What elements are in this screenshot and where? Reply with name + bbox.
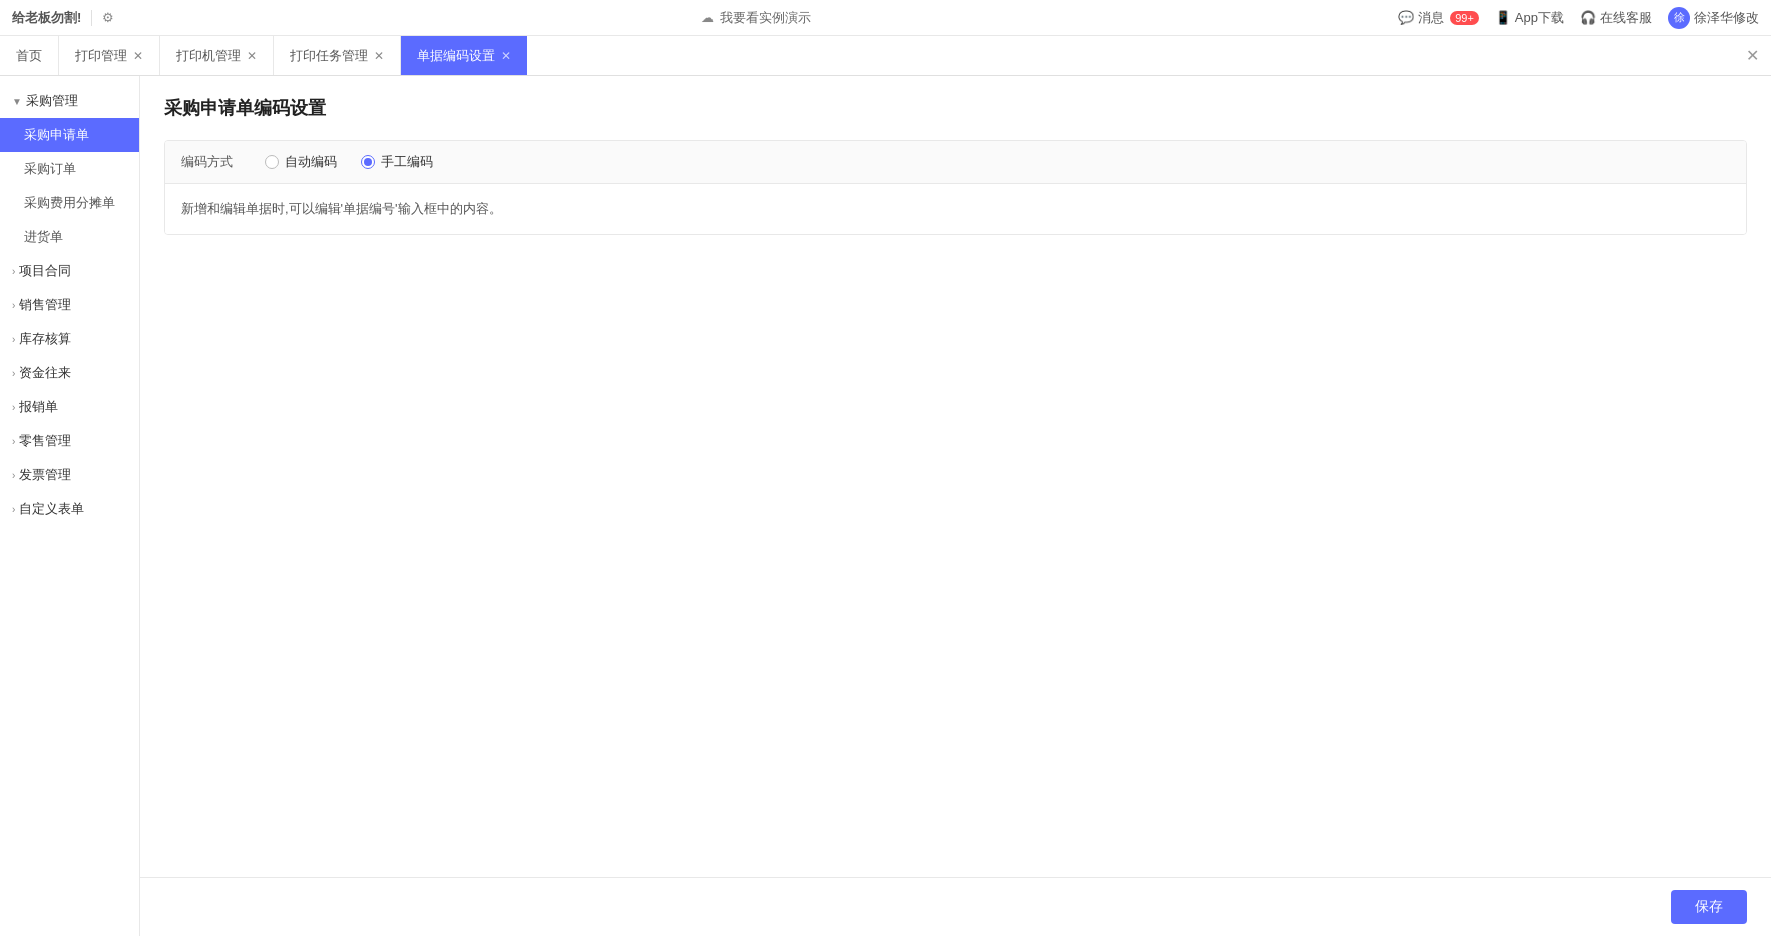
message-badge: 99+ <box>1450 11 1479 25</box>
sidebar-group-sales-mgmt[interactable]: › 销售管理 <box>0 288 139 322</box>
sidebar-group-returns[interactable]: › 报销单 <box>0 390 139 424</box>
coding-section: 编码方式 自动编码 手工编码 新增和编辑单据时,可以编辑'单据编号'输入框中的内… <box>164 140 1747 235</box>
sidebar-group-purchase-mgmt[interactable]: ▼ 采购管理 <box>0 84 139 118</box>
coding-method-row: 编码方式 自动编码 手工编码 <box>165 141 1746 184</box>
sidebar-group-purchase-mgmt-label: 采购管理 <box>26 92 78 110</box>
sidebar-group-inventory-label: 库存核算 <box>19 330 71 348</box>
sidebar-item-purchase-request-label: 采购申请单 <box>24 127 89 142</box>
sidebar-group-capital-flow[interactable]: › 资金往来 <box>0 356 139 390</box>
manual-code-label: 手工编码 <box>381 153 433 171</box>
brand-label: 给老板勿割! <box>12 9 81 27</box>
content-area: 采购申请单编码设置 编码方式 自动编码 手工编码 新增和编辑单据时,可以编辑'单… <box>140 76 1771 936</box>
sidebar-group-custom-forms-label: 自定义表单 <box>19 500 84 518</box>
tab-single-code-setting[interactable]: 单据编码设置 ✕ <box>401 36 527 75</box>
message-label: 消息 <box>1418 9 1444 27</box>
sidebar-group-invoice-mgmt-label: 发票管理 <box>19 466 71 484</box>
tab-bar: 首页 打印管理 ✕ 打印机管理 ✕ 打印任务管理 ✕ 单据编码设置 ✕ ✕ <box>0 36 1771 76</box>
auto-code-option[interactable]: 自动编码 <box>265 153 337 171</box>
info-text-area: 新增和编辑单据时,可以编辑'单据编号'输入框中的内容。 <box>165 184 1746 234</box>
sidebar-item-purchase-order-label: 采购订单 <box>24 161 76 176</box>
app-download-label: App下载 <box>1515 9 1564 27</box>
arrow-right-icon-3: › <box>12 334 15 345</box>
arrow-down-icon: ▼ <box>12 96 22 107</box>
announcement-area[interactable]: ☁ 我要看实例演示 <box>701 9 811 27</box>
app-download-item[interactable]: 📱 App下载 <box>1495 9 1564 27</box>
tab-print-mgmt[interactable]: 打印管理 ✕ <box>59 36 160 75</box>
arrow-right-icon-8: › <box>12 504 15 515</box>
sidebar-group-retail-mgmt[interactable]: › 零售管理 <box>0 424 139 458</box>
arrow-right-icon-4: › <box>12 368 15 379</box>
tab-print-task-mgmt-label: 打印任务管理 <box>290 47 368 65</box>
sidebar-item-purchase-expense-label: 采购费用分摊单 <box>24 195 115 210</box>
tab-printer-mgmt-label: 打印机管理 <box>176 47 241 65</box>
info-text: 新增和编辑单据时,可以编辑'单据编号'输入框中的内容。 <box>181 201 502 216</box>
user-item[interactable]: 徐 徐泽华修改 <box>1668 7 1759 29</box>
sidebar-item-purchase-expense[interactable]: 采购费用分摊单 <box>0 186 139 220</box>
arrow-right-icon-2: › <box>12 300 15 311</box>
sidebar: ▼ 采购管理 采购申请单 采购订单 采购费用分摊单 进货单 › 项目合同 › 销… <box>0 76 140 936</box>
settings-icon[interactable]: ⚙ <box>102 10 114 25</box>
tab-home[interactable]: 首页 <box>0 36 59 75</box>
window-close-button[interactable]: ✕ <box>1734 36 1771 75</box>
online-service-label: 在线客服 <box>1600 9 1652 27</box>
main-layout: ▼ 采购管理 采购申请单 采购订单 采购费用分摊单 进货单 › 项目合同 › 销… <box>0 76 1771 936</box>
sidebar-group-sales-mgmt-label: 销售管理 <box>19 296 71 314</box>
tab-printer-mgmt[interactable]: 打印机管理 ✕ <box>160 36 274 75</box>
user-name: 徐泽华修改 <box>1694 9 1759 27</box>
arrow-right-icon-1: › <box>12 266 15 277</box>
app-icon: 📱 <box>1495 10 1511 25</box>
sidebar-group-retail-mgmt-label: 零售管理 <box>19 432 71 450</box>
tab-print-task-mgmt-close[interactable]: ✕ <box>374 50 384 62</box>
divider <box>91 10 92 26</box>
avatar: 徐 <box>1668 7 1690 29</box>
cloud-icon: ☁ <box>701 10 714 25</box>
top-bar-right: 💬 消息 99+ 📱 App下载 🎧 在线客服 徐 徐泽华修改 <box>1398 7 1759 29</box>
top-bar-left: 给老板勿割! ⚙ <box>12 9 114 27</box>
arrow-right-icon-7: › <box>12 470 15 481</box>
content-footer: 保存 <box>140 877 1771 936</box>
sidebar-item-goods-receipt[interactable]: 进货单 <box>0 220 139 254</box>
sidebar-item-goods-receipt-label: 进货单 <box>24 229 63 244</box>
auto-code-label: 自动编码 <box>285 153 337 171</box>
tab-printer-mgmt-close[interactable]: ✕ <box>247 50 257 62</box>
sidebar-group-invoice-mgmt[interactable]: › 发票管理 <box>0 458 139 492</box>
manual-code-option[interactable]: 手工编码 <box>361 153 433 171</box>
tab-print-mgmt-label: 打印管理 <box>75 47 127 65</box>
arrow-right-icon-6: › <box>12 436 15 447</box>
tab-home-label: 首页 <box>16 47 42 65</box>
headset-icon: 🎧 <box>1580 10 1596 25</box>
sidebar-group-project-contract[interactable]: › 项目合同 <box>0 254 139 288</box>
sidebar-item-purchase-order[interactable]: 采购订单 <box>0 152 139 186</box>
sidebar-group-project-contract-label: 项目合同 <box>19 262 71 280</box>
auto-code-radio[interactable] <box>265 155 279 169</box>
online-service-item[interactable]: 🎧 在线客服 <box>1580 9 1652 27</box>
sidebar-group-inventory[interactable]: › 库存核算 <box>0 322 139 356</box>
tab-single-code-setting-close[interactable]: ✕ <box>501 50 511 62</box>
coding-method-label: 编码方式 <box>181 153 241 171</box>
tab-print-task-mgmt[interactable]: 打印任务管理 ✕ <box>274 36 401 75</box>
message-icon: 💬 <box>1398 10 1414 25</box>
manual-code-radio[interactable] <box>361 155 375 169</box>
message-item[interactable]: 💬 消息 99+ <box>1398 9 1479 27</box>
sidebar-group-returns-label: 报销单 <box>19 398 58 416</box>
content-inner: 采购申请单编码设置 编码方式 自动编码 手工编码 新增和编辑单据时,可以编辑'单… <box>140 76 1771 877</box>
arrow-right-icon-5: › <box>12 402 15 413</box>
top-bar: 给老板勿割! ⚙ ☁ 我要看实例演示 💬 消息 99+ 📱 App下载 🎧 在线… <box>0 0 1771 36</box>
announcement-text: 我要看实例演示 <box>720 9 811 27</box>
sidebar-item-purchase-request[interactable]: 采购申请单 <box>0 118 139 152</box>
tab-single-code-setting-label: 单据编码设置 <box>417 47 495 65</box>
tab-print-mgmt-close[interactable]: ✕ <box>133 50 143 62</box>
page-title: 采购申请单编码设置 <box>164 96 1747 120</box>
save-button[interactable]: 保存 <box>1671 890 1747 924</box>
sidebar-group-capital-flow-label: 资金往来 <box>19 364 71 382</box>
sidebar-group-custom-forms[interactable]: › 自定义表单 <box>0 492 139 526</box>
